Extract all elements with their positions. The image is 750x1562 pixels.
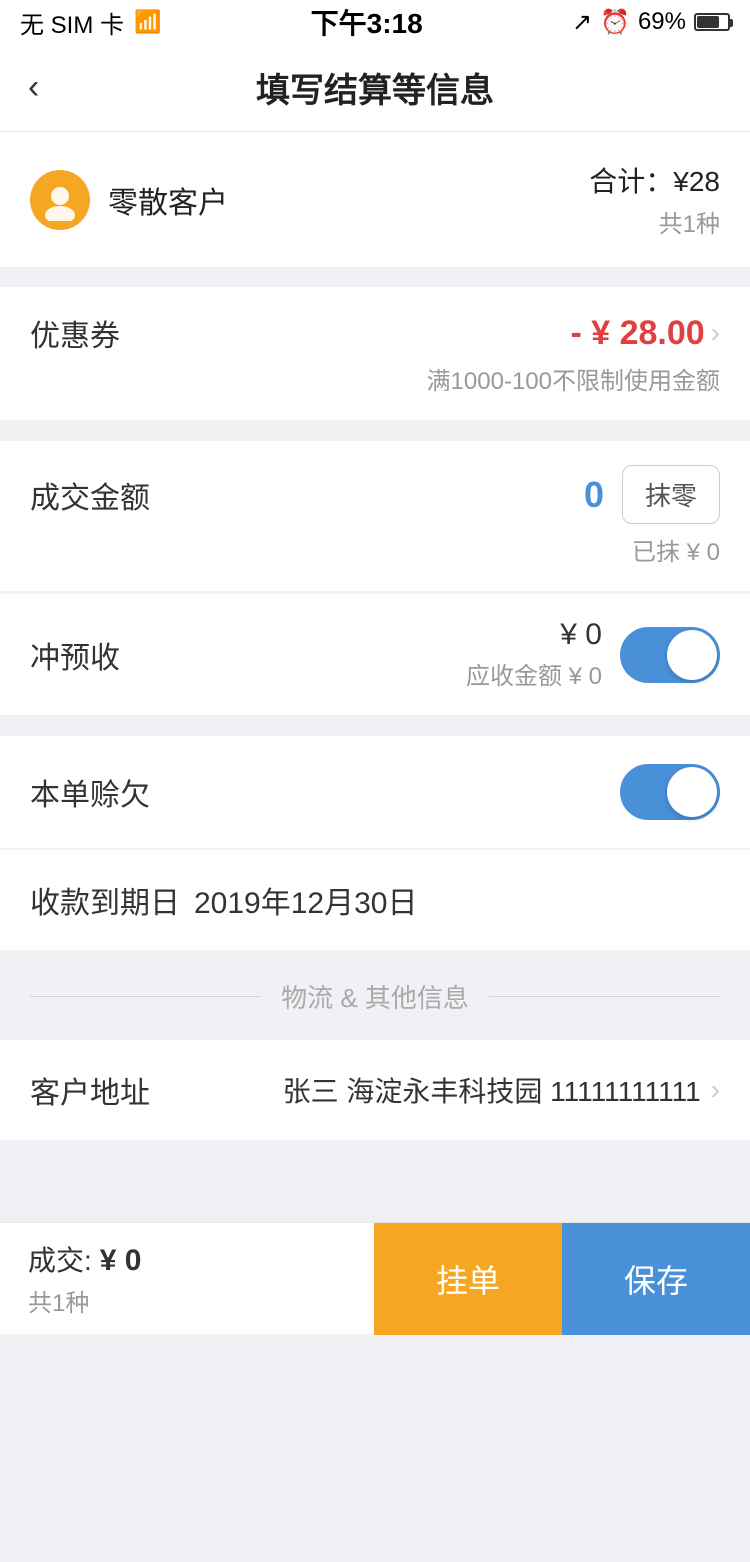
location-icon: ↗: [572, 8, 592, 37]
transaction-label: 成交金额: [30, 473, 150, 517]
prepay-section: 冲预收 ¥ 0 应收金额 ¥ 0: [0, 594, 750, 716]
debit-toggle-knob: [667, 767, 717, 817]
battery-icon: [694, 13, 730, 31]
deal-label: 成交:: [28, 1239, 92, 1279]
bottom-count: 共1种: [28, 1283, 346, 1318]
duedate-label: 收款到期日: [30, 878, 180, 922]
divider-5: [0, 1026, 750, 1040]
address-value: 张三 海淀永丰科技园 11111111111: [170, 1070, 701, 1110]
coupon-chevron: ›: [711, 317, 720, 349]
alarm-icon: ⏰: [600, 8, 630, 37]
address-label: 客户地址: [30, 1068, 150, 1112]
customer-right: 合计：¥28 共1种: [589, 160, 720, 239]
debit-toggle[interactable]: [620, 764, 720, 820]
logistics-text: 物流 & 其他信息: [261, 978, 489, 1015]
transaction-sub: 已抹 ¥ 0: [30, 532, 720, 567]
status-right: ↗ ⏰ 69%: [572, 8, 730, 37]
round-button[interactable]: 抹零: [622, 465, 720, 524]
content: 零散客户 合计：¥28 共1种 优惠券 - ¥ 28.00 › 满1000-10…: [0, 132, 750, 1562]
prepay-label: 冲预收: [30, 633, 120, 677]
bottom-deal: 成交: ¥ 0: [28, 1239, 346, 1279]
coupon-label: 优惠券: [30, 311, 120, 355]
customer-left: 零散客户: [30, 170, 228, 230]
address-chevron: ›: [711, 1074, 720, 1106]
save-button[interactable]: 保存: [562, 1223, 750, 1335]
nav-bar: ‹ 填写结算等信息: [0, 44, 750, 132]
duedate-section[interactable]: 收款到期日 2019年12月30日: [0, 850, 750, 950]
divider-2: [0, 423, 750, 441]
prepay-values: ¥ 0 应收金额 ¥ 0: [466, 618, 602, 691]
customer-name: 零散客户: [108, 178, 228, 222]
debit-section: 本单赊欠: [0, 736, 750, 848]
divider-1: [0, 269, 750, 287]
logistics-divider: 物流 & 其他信息: [0, 966, 750, 1026]
coupon-sub: 满1000-100不限制使用金额: [30, 361, 720, 396]
bottom-bar: 成交: ¥ 0 共1种 挂单 保存: [0, 1222, 750, 1334]
prepay-right: ¥ 0 应收金额 ¥ 0: [466, 618, 720, 691]
page-title: 填写结算等信息: [256, 63, 494, 112]
transaction-right: 0 抹零: [584, 465, 720, 524]
carrier-text: 无 SIM 卡: [20, 5, 124, 40]
transaction-value: 0: [584, 474, 604, 516]
prepay-amount: ¥ 0: [466, 618, 602, 652]
pending-button[interactable]: 挂单: [374, 1223, 562, 1335]
status-left: 无 SIM 卡 📶: [20, 5, 161, 40]
item-count: 共1种: [589, 204, 720, 239]
back-button[interactable]: ‹: [28, 68, 39, 107]
total-amount: 合计：¥28: [589, 160, 720, 200]
coupon-row[interactable]: 优惠券 - ¥ 28.00 › 满1000-100不限制使用金额: [0, 287, 750, 421]
divider-4: [0, 952, 750, 966]
battery-text: 69%: [638, 8, 686, 36]
coupon-discount: - ¥ 28.00: [570, 314, 704, 353]
toggle-knob: [667, 630, 717, 680]
duedate-value: 2019年12月30日: [194, 878, 417, 922]
status-time: 下午3:18: [311, 2, 423, 42]
transaction-section: 成交金额 0 抹零 已抹 ¥ 0: [0, 441, 750, 592]
divider-3: [0, 718, 750, 736]
address-section[interactable]: 客户地址 张三 海淀永丰科技园 11111111111 ›: [0, 1040, 750, 1140]
deal-value: ¥ 0: [100, 1244, 142, 1278]
status-bar: 无 SIM 卡 📶 下午3:18 ↗ ⏰ 69%: [0, 0, 750, 44]
avatar: [30, 170, 90, 230]
bottom-left: 成交: ¥ 0 共1种: [0, 1239, 374, 1318]
customer-row: 零散客户 合计：¥28 共1种: [0, 132, 750, 267]
wifi-icon: 📶: [134, 9, 161, 35]
coupon-right: - ¥ 28.00 ›: [570, 314, 720, 353]
prepay-toggle[interactable]: [620, 627, 720, 683]
debit-label: 本单赊欠: [30, 770, 150, 814]
prepay-sub: 应收金额 ¥ 0: [466, 656, 602, 691]
